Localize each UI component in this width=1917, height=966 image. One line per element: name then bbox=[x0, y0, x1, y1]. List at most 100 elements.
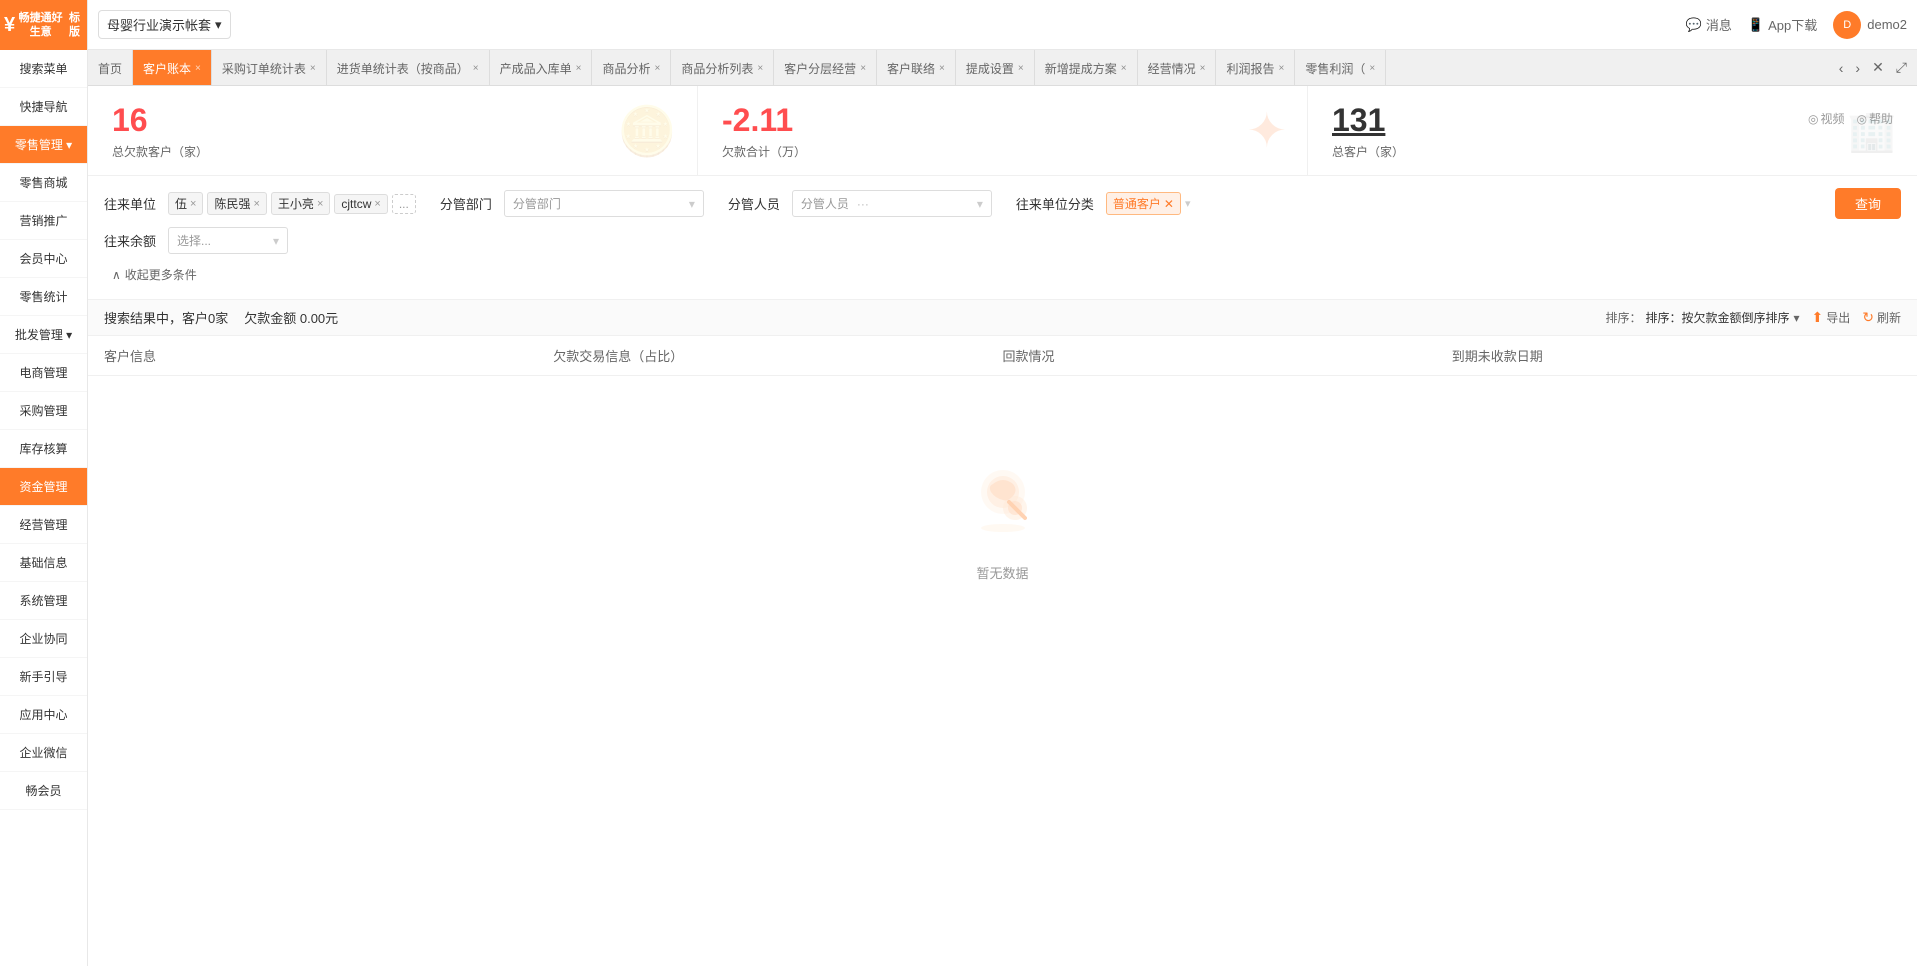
tab-close-icon[interactable]: × bbox=[1018, 63, 1024, 74]
tab-零售利润（[interactable]: 零售利润（× bbox=[1295, 50, 1386, 85]
table-header: 客户信息欠款交易信息（占比）回款情况到期未收款日期 bbox=[88, 336, 1917, 376]
tab-close-icon[interactable]: × bbox=[1278, 63, 1284, 74]
tab-新增提成方案[interactable]: 新增提成方案× bbox=[1035, 50, 1138, 85]
tab-close-icon[interactable]: × bbox=[195, 63, 201, 74]
tab-首页[interactable]: 首页 bbox=[88, 50, 133, 85]
topbar: 母婴行业演示帐套 ▾ 💬 消息 📱 App下载 D demo2 bbox=[88, 0, 1917, 50]
table-header-cell: 欠款交易信息（占比） bbox=[553, 346, 1002, 365]
sidebar-item-零售统计[interactable]: 零售统计 bbox=[0, 278, 87, 316]
tab-close-icon[interactable]: × bbox=[310, 63, 316, 74]
tab-进货单统计表（按商品）[interactable]: 进货单统计表（按商品） × bbox=[327, 50, 490, 85]
username-label: demo2 bbox=[1867, 17, 1907, 32]
sidebar-item-搜索菜单[interactable]: 搜索菜单 bbox=[0, 50, 87, 88]
query-button[interactable]: 查询 bbox=[1835, 188, 1901, 219]
collapse-btn[interactable]: ∧ 收起更多条件 bbox=[104, 262, 1901, 287]
topbar-right: 💬 消息 📱 App下载 D demo2 bbox=[1686, 11, 1907, 39]
stats-row: 🪙 16 总欠款客户（家） ✦ -2.11 欠款合计（万） 🏢 131 总客户（… bbox=[88, 86, 1917, 176]
tab-商品分析[interactable]: 商品分析× bbox=[592, 50, 671, 85]
sidebar-item-新手引导[interactable]: 新手引导 bbox=[0, 658, 87, 696]
tab-prev-icon[interactable]: ‹ bbox=[1835, 58, 1848, 78]
account-name: 母婴行业演示帐套 bbox=[107, 15, 211, 34]
tab-客户联络[interactable]: 客户联络× bbox=[877, 50, 956, 85]
sidebar-item-快捷导航[interactable]: 快捷导航 bbox=[0, 88, 87, 126]
tab-close-icon[interactable]: × bbox=[757, 63, 763, 74]
tab-客户分层经营[interactable]: 客户分层经营 × bbox=[774, 50, 877, 85]
credit-total-label: 欠款合计（万） bbox=[722, 143, 806, 160]
sidebar-item-采购管理[interactable]: 采购管理 bbox=[0, 392, 87, 430]
sort-label-prefix: 排序： bbox=[1605, 309, 1641, 326]
sidebar-item-库存核算[interactable]: 库存核算 bbox=[0, 430, 87, 468]
tab-close-icon[interactable]: × bbox=[654, 63, 660, 74]
tab-fullscreen-icon[interactable]: ⤢ bbox=[1892, 57, 1911, 78]
sort-select[interactable]: 排序： 排序：按欠款金额倒序排序 ▾ bbox=[1605, 309, 1799, 326]
refresh-btn[interactable]: ↻ 刷新 bbox=[1862, 309, 1901, 326]
sidebar-item-基础信息[interactable]: 基础信息 bbox=[0, 544, 87, 582]
sidebar-item-经营管理[interactable]: 经营管理 bbox=[0, 506, 87, 544]
sidebar-item-企业协同[interactable]: 企业协同 bbox=[0, 620, 87, 658]
tab-close-icon[interactable]: × bbox=[939, 63, 945, 74]
tab-close-icon[interactable]: × bbox=[1200, 63, 1206, 74]
tab-采购订单统计表[interactable]: 采购订单统计表× bbox=[212, 50, 327, 85]
logo-line1: 畅捷通好生意 bbox=[15, 11, 66, 40]
tab-商品分析列表[interactable]: 商品分析列表 × bbox=[671, 50, 774, 85]
tab-提成设置[interactable]: 提成设置× bbox=[956, 50, 1035, 85]
balance-arrow-icon: ▾ bbox=[273, 234, 279, 248]
sidebar-item-营销推广[interactable]: 营销推广 bbox=[0, 202, 87, 240]
unit-label: 往来单位 bbox=[104, 194, 156, 213]
tab-close-all-icon[interactable]: ✕ bbox=[1868, 57, 1888, 78]
result-summary: 搜索结果中，客户0家 bbox=[104, 308, 228, 327]
unit-tag-王小亮: 王小亮 × bbox=[271, 192, 330, 215]
tab-close-icon[interactable]: × bbox=[576, 63, 582, 74]
tab-next-icon[interactable]: › bbox=[1851, 58, 1864, 78]
credit-total-bg-icon: ✦ bbox=[1247, 103, 1287, 159]
unit-type-remove-icon[interactable]: ✕ bbox=[1164, 197, 1174, 211]
remove-icon[interactable]: × bbox=[190, 198, 196, 210]
app-download-btn[interactable]: 📱 App下载 bbox=[1748, 15, 1817, 34]
tab-close-icon[interactable]: × bbox=[860, 63, 866, 74]
video-link[interactable]: ◎ 视频 bbox=[1808, 110, 1845, 127]
messages-btn[interactable]: 💬 消息 bbox=[1686, 15, 1732, 34]
tab-产成品入库单[interactable]: 产成品入库单× bbox=[490, 50, 593, 85]
remove-icon[interactable]: × bbox=[317, 198, 323, 210]
tab-利润报告[interactable]: 利润报告× bbox=[1216, 50, 1295, 85]
unit-type-arrow-icon: ▾ bbox=[1185, 197, 1191, 210]
sidebar-item-批发管理[interactable]: 批发管理 ▾ bbox=[0, 316, 87, 354]
unit-tag-more[interactable]: ... bbox=[392, 194, 416, 214]
sidebar-item-系统管理[interactable]: 系统管理 bbox=[0, 582, 87, 620]
account-selector[interactable]: 母婴行业演示帐套 ▾ bbox=[98, 10, 231, 39]
balance-select[interactable]: 选择... ▾ bbox=[168, 227, 288, 254]
stat-total-customers: 🏢 131 总客户（家） ◎ 视频 ◎ 帮助 bbox=[1308, 86, 1917, 175]
dept-select[interactable]: 分管部门 ▾ bbox=[504, 190, 704, 217]
sidebar-item-畅会员[interactable]: 畅会员 bbox=[0, 772, 87, 810]
tab-客户账本[interactable]: 客户账本× bbox=[133, 50, 212, 85]
tab-close-icon[interactable]: × bbox=[1369, 63, 1375, 74]
user-profile[interactable]: D demo2 bbox=[1833, 11, 1907, 39]
export-btn[interactable]: ⬆ 导出 bbox=[1812, 309, 1851, 326]
sidebar-item-会员中心[interactable]: 会员中心 bbox=[0, 240, 87, 278]
tab-close-icon[interactable]: × bbox=[473, 63, 479, 74]
sidebar-item-资金管理[interactable]: 资金管理 bbox=[0, 468, 87, 506]
tab-label: 客户分层经营 bbox=[784, 60, 856, 77]
table-header-cell: 回款情况 bbox=[1003, 346, 1452, 365]
tab-close-icon[interactable]: × bbox=[1121, 63, 1127, 74]
refresh-icon: ↻ bbox=[1862, 309, 1874, 326]
person-placeholder: 分管人员 bbox=[801, 195, 849, 212]
tab-label: 进货单统计表（按商品） bbox=[337, 60, 469, 77]
unit-type-value: 普通客户 bbox=[1113, 195, 1161, 212]
total-customers-label: 总客户（家） bbox=[1332, 143, 1404, 160]
tab-label: 商品分析列表 bbox=[681, 60, 753, 77]
logo-line2: 标版 bbox=[66, 11, 83, 40]
person-select[interactable]: 分管人员 ··· ▾ bbox=[792, 190, 992, 217]
export-icon: ⬆ bbox=[1812, 309, 1824, 326]
table-header-cell: 到期未收款日期 bbox=[1452, 346, 1901, 365]
filter-area: 往来单位 伍 ×陈民强 ×王小亮 ×cjttcw ×... 分管部门 分管部门 … bbox=[88, 176, 1917, 300]
sidebar-item-零售商城[interactable]: 零售商城 bbox=[0, 164, 87, 202]
remove-icon[interactable]: × bbox=[253, 198, 259, 210]
tab-经营情况[interactable]: 经营情况× bbox=[1138, 50, 1217, 85]
sidebar-item-零售管理[interactable]: 零售管理 ▾ bbox=[0, 126, 87, 164]
sidebar-item-企业微信[interactable]: 企业微信 bbox=[0, 734, 87, 772]
sidebar-item-电商管理[interactable]: 电商管理 bbox=[0, 354, 87, 392]
remove-icon[interactable]: × bbox=[374, 198, 380, 210]
credit-customers-bg-icon: 🪙 bbox=[617, 102, 677, 159]
sidebar-item-应用中心[interactable]: 应用中心 bbox=[0, 696, 87, 734]
